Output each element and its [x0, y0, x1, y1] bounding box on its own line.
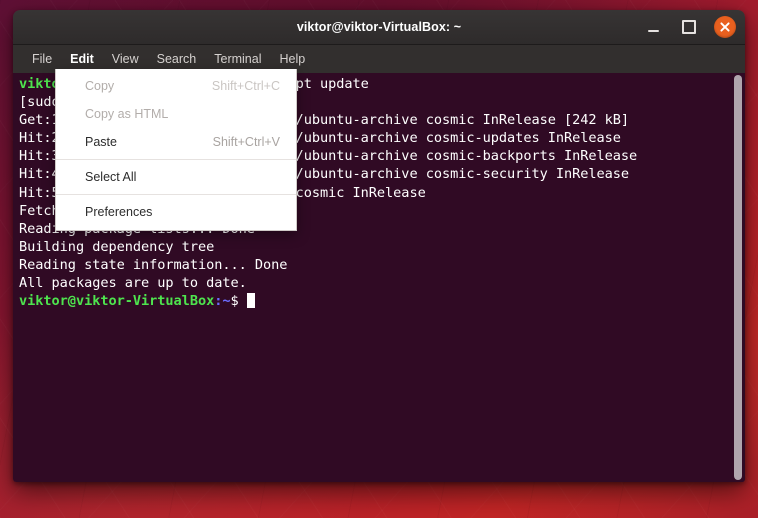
menu-view-label: View	[111, 52, 139, 66]
menu-item-copy: Copy Shift+Ctrl+C	[56, 72, 296, 100]
menu-item-copy-as-html: Copy as HTML	[56, 100, 296, 128]
menu-item-label: Preferences	[85, 205, 153, 219]
edit-dropdown-menu: Copy Shift+Ctrl+C Copy as HTML Paste Shift+C…	[55, 69, 297, 231]
terminal-cursor	[246, 293, 255, 309]
terminal-span: viktor@viktor-VirtualBox	[19, 293, 215, 310]
menu-item-label: Paste	[85, 135, 117, 149]
menu-item-shortcut: Shift+Ctrl+V	[212, 135, 280, 149]
menu-search-label: Search	[156, 52, 197, 66]
terminal-scrollbar[interactable]	[731, 73, 745, 482]
window-controls	[642, 10, 736, 44]
terminal-span: Reading state information... Done	[19, 256, 288, 273]
menu-item-paste[interactable]: Paste Shift+Ctrl+V	[56, 128, 296, 156]
menu-item-select-all[interactable]: Select All	[56, 163, 296, 191]
terminal-span: Building dependency tree	[19, 238, 215, 255]
menu-separator	[56, 194, 296, 195]
menu-item-label: Copy as HTML	[85, 107, 169, 121]
menu-item-preferences[interactable]: Preferences	[56, 198, 296, 226]
menu-file-label: File	[32, 52, 53, 66]
terminal-scrollbar-thumb[interactable]	[734, 75, 742, 480]
menu-help-label: Help	[279, 52, 306, 66]
terminal-line: Reading state information... Done	[19, 256, 725, 274]
close-button[interactable]	[714, 16, 736, 38]
terminal-span: All packages are up to date.	[19, 275, 247, 292]
minimize-button[interactable]	[642, 16, 664, 38]
close-icon	[720, 22, 730, 32]
menu-edit-label: Edit	[70, 52, 94, 66]
terminal-line: viktor@viktor-VirtualBox:~$	[19, 292, 725, 310]
maximize-button[interactable]	[678, 16, 700, 38]
menu-item-shortcut: Shift+Ctrl+C	[211, 79, 280, 93]
terminal-span: $	[230, 293, 247, 310]
terminal-span: :~	[214, 293, 231, 310]
menu-item-label: Copy	[85, 79, 115, 93]
menu-item-label: Select All	[85, 170, 137, 184]
window-titlebar[interactable]: viktor@viktor-VirtualBox: ~	[13, 10, 745, 45]
window-title: viktor@viktor-VirtualBox: ~	[296, 20, 462, 34]
menu-terminal-label: Terminal	[214, 52, 262, 66]
menu-separator	[56, 159, 296, 160]
terminal-line: Building dependency tree	[19, 238, 725, 256]
terminal-line: All packages are up to date.	[19, 274, 725, 292]
